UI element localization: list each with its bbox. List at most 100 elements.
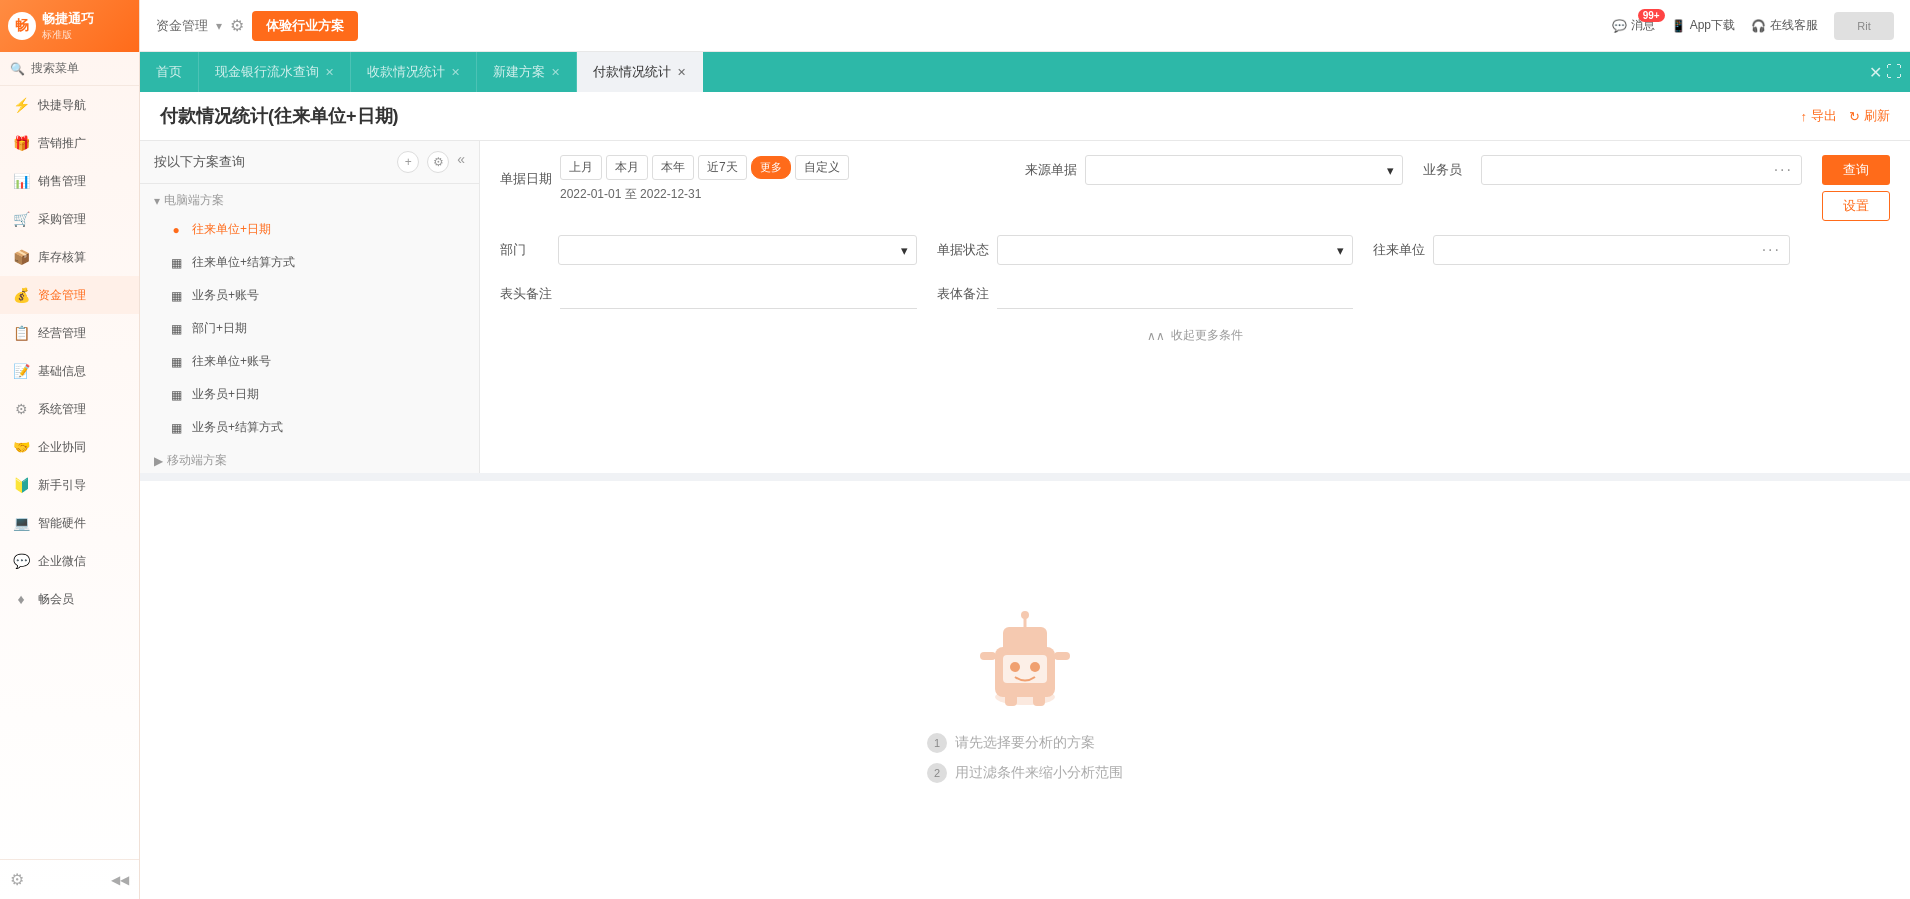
scheme-title: 按以下方案查询 — [154, 153, 245, 171]
topbar-arrow: ▾ — [216, 19, 222, 33]
date-btn-自定义[interactable]: 自定义 — [795, 155, 849, 180]
sidebar-item-快捷导航[interactable]: ⚡快捷导航 — [0, 86, 139, 124]
body-note-input[interactable] — [997, 279, 1354, 309]
date-field: 单据日期 上月本月本年近7天更多自定义 2022-01-01 至 2022-12… — [500, 155, 1005, 203]
sidebar-version: 标准版 — [42, 28, 94, 42]
scheme-item-4[interactable]: ▦往来单位+账号 — [140, 345, 479, 378]
partner-select[interactable]: ··· — [1433, 235, 1790, 265]
sidebar-icon: 🛒 — [12, 210, 30, 228]
topbar-title: 资金管理 — [156, 17, 208, 35]
settings-icon[interactable]: ⚙ — [10, 870, 24, 889]
sidebar-icon: 💰 — [12, 286, 30, 304]
sidebar-item-库存核算[interactable]: 📦库存核算 — [0, 238, 139, 276]
sidebar-item-企业协同[interactable]: 🤝企业协同 — [0, 428, 139, 466]
scheme-list: ●往来单位+日期▦往来单位+结算方式▦业务员+账号▦部门+日期▦往来单位+账号▦… — [140, 213, 479, 444]
tab-label: 付款情况统计 — [593, 63, 671, 81]
user-avatar[interactable]: Rit — [1834, 12, 1894, 40]
scheme-item-6[interactable]: ▦ 业务员+结算方式 — [140, 411, 479, 444]
sidebar-icon: 🔰 — [12, 476, 30, 494]
sidebar-item-基础信息[interactable]: 📝基础信息 — [0, 352, 139, 390]
query-button[interactable]: 查询 — [1822, 155, 1890, 185]
scheme-icon: ▦ — [168, 420, 184, 436]
svg-rect-2 — [1003, 655, 1047, 683]
date-btn-更多[interactable]: 更多 — [751, 156, 791, 179]
robot-illustration — [965, 597, 1085, 717]
empty-tip-2: 2 用过滤条件来缩小分析范围 — [927, 763, 1123, 783]
empty-state: 1 请先选择要分析的方案 2 用过滤条件来缩小分析范围 — [140, 481, 1910, 899]
sidebar-icon: 📝 — [12, 362, 30, 380]
body-note-label: 表体备注 — [937, 285, 989, 303]
source-field: 来源单据 ▾ — [1025, 155, 1404, 185]
trial-button[interactable]: 体验行业方案 — [252, 11, 358, 41]
page-header: 付款情况统计(往来单位+日期) ↑ 导出 ↻ 刷新 — [140, 92, 1910, 141]
sidebar-item-销售管理[interactable]: 📊销售管理 — [0, 162, 139, 200]
header-note-input[interactable] — [560, 279, 917, 309]
date-btn-上月[interactable]: 上月 — [560, 155, 602, 180]
search-icon: 🔍 — [10, 62, 25, 76]
scheme-item-2[interactable]: ▦ 业务员+账号 — [140, 279, 479, 312]
partner-field: 往来单位 ··· — [1373, 235, 1790, 265]
tab-label: 首页 — [156, 63, 182, 81]
tab-新建方案[interactable]: 新建方案✕ — [477, 52, 577, 92]
doc-status-select[interactable]: ▾ — [997, 235, 1354, 265]
sidebar-item-畅会员[interactable]: ♦畅会员 — [0, 580, 139, 618]
tab-收款情况统计[interactable]: 收款情况统计✕ — [351, 52, 477, 92]
date-btn-近7天[interactable]: 近7天 — [698, 155, 747, 180]
column-settings-button[interactable]: 设置 — [1822, 191, 1890, 221]
sidebar-item-新手引导[interactable]: 🔰新手引导 — [0, 466, 139, 504]
scheme-label: 业务员+结算方式 — [192, 419, 283, 436]
content-area: 付款情况统计(往来单位+日期) ↑ 导出 ↻ 刷新 按 — [140, 92, 1910, 899]
date-range: 2022-01-01 至 2022-12-31 — [560, 186, 849, 203]
scheme-label: 业务员+账号 — [192, 287, 259, 304]
collapse-icon[interactable]: ◀◀ — [111, 873, 129, 887]
expand-icon[interactable]: ⛶ — [1886, 63, 1902, 81]
main-content: 资金管理 ▾ ⚙ 体验行业方案 💬 消息 99+ 📱 App下载 🎧 在线客服 — [140, 0, 1910, 899]
logo-icon: 畅 — [8, 12, 36, 40]
tab-close-icon[interactable]: ✕ — [677, 66, 686, 79]
tab-close-icon[interactable]: ✕ — [325, 66, 334, 79]
topbar-settings-icon[interactable]: ⚙ — [230, 16, 244, 35]
sidebar-item-营销推广[interactable]: 🎁营销推广 — [0, 124, 139, 162]
online-service-button[interactable]: 🎧 在线客服 — [1751, 17, 1818, 34]
app-download-button[interactable]: 📱 App下载 — [1671, 17, 1735, 34]
dept-select[interactable]: ▾ — [558, 235, 917, 265]
search-menu[interactable]: 🔍 搜索菜单 — [0, 52, 139, 86]
source-select[interactable]: ▾ — [1085, 155, 1404, 185]
tab-首页[interactable]: 首页 — [140, 52, 199, 92]
sidebar-item-资金管理[interactable]: 💰资金管理 — [0, 276, 139, 314]
sidebar-item-系统管理[interactable]: ⚙系统管理 — [0, 390, 139, 428]
scheme-icon: ▦ — [168, 288, 184, 304]
salesperson-more-icon[interactable]: ··· — [1774, 161, 1793, 179]
tab-close-icon[interactable]: ✕ — [551, 66, 560, 79]
chevron-right-icon: ▶ — [154, 454, 163, 468]
partner-more-icon[interactable]: ··· — [1762, 241, 1781, 259]
sidebar-item-企业微信[interactable]: 💬企业微信 — [0, 542, 139, 580]
filter-row-3: 表头备注 表体备注 — [500, 279, 1890, 309]
tab-现金银行流水查询[interactable]: 现金银行流水查询✕ — [199, 52, 351, 92]
desktop-schemes-category[interactable]: ▾ 电脑端方案 — [140, 184, 479, 213]
mobile-schemes-category[interactable]: ▶ 移动端方案 — [140, 444, 479, 473]
scheme-panel: 按以下方案查询 + ⚙ « ▾ 电脑端方案 ●往来单位+日期▦往来单位+结算方式… — [140, 141, 480, 473]
scheme-item-3[interactable]: ▦部门+日期 — [140, 312, 479, 345]
sidebar-item-智能硬件[interactable]: 💻智能硬件 — [0, 504, 139, 542]
export-button[interactable]: ↑ 导出 — [1801, 107, 1838, 125]
collapse-scheme-button[interactable]: « — [457, 151, 465, 173]
close-all-icon[interactable]: ✕ — [1869, 63, 1882, 82]
collapse-button[interactable]: ∧∧ 收起更多条件 — [1147, 327, 1243, 344]
message-button[interactable]: 💬 消息 99+ — [1612, 17, 1655, 34]
tab-付款情况统计[interactable]: 付款情况统计 ✕ — [577, 52, 703, 92]
refresh-button[interactable]: ↻ 刷新 — [1849, 107, 1890, 125]
sidebar-item-采购管理[interactable]: 🛒采购管理 — [0, 200, 139, 238]
scheme-item-0[interactable]: ●往来单位+日期 — [140, 213, 479, 246]
empty-tips: 1 请先选择要分析的方案 2 用过滤条件来缩小分析范围 — [927, 733, 1123, 783]
scheme-item-5[interactable]: ▦业务员+日期 — [140, 378, 479, 411]
date-btn-本年[interactable]: 本年 — [652, 155, 694, 180]
add-scheme-button[interactable]: + — [397, 151, 419, 173]
date-btn-本月[interactable]: 本月 — [606, 155, 648, 180]
sidebar-icon: ♦ — [12, 590, 30, 608]
sidebar-item-经营管理[interactable]: 📋经营管理 — [0, 314, 139, 352]
scheme-item-1[interactable]: ▦往来单位+结算方式 — [140, 246, 479, 279]
tab-close-icon[interactable]: ✕ — [451, 66, 460, 79]
settings-scheme-button[interactable]: ⚙ — [427, 151, 449, 173]
salesperson-select[interactable]: ··· — [1481, 155, 1802, 185]
